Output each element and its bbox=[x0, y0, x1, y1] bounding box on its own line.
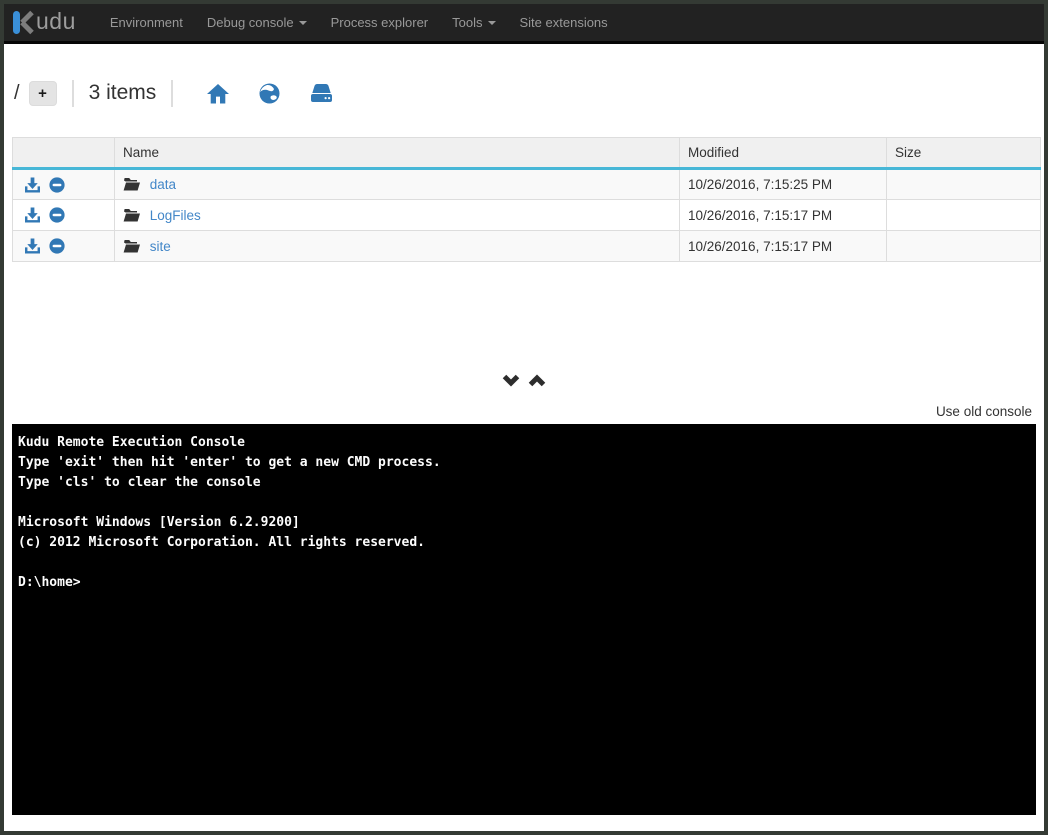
console-line: Microsoft Windows [Version 6.2.9200] bbox=[18, 513, 1036, 533]
folder-icon bbox=[123, 208, 140, 222]
globe-icon[interactable] bbox=[259, 83, 280, 104]
caret-down-icon bbox=[299, 21, 307, 25]
row-name: data bbox=[115, 169, 680, 200]
new-item-button[interactable]: + bbox=[29, 81, 57, 106]
folder-icon bbox=[123, 239, 140, 253]
table-row: data 10/26/2016, 7:15:25 PM bbox=[13, 169, 1041, 200]
drive-icon[interactable] bbox=[310, 83, 333, 104]
name-column-header: Name bbox=[115, 138, 680, 169]
row-name: site bbox=[115, 231, 680, 262]
download-icon[interactable] bbox=[25, 177, 40, 193]
delete-icon[interactable] bbox=[49, 238, 65, 254]
kudu-page: udu Environment Debug console Process ex… bbox=[0, 0, 1048, 835]
row-modified: 10/26/2016, 7:15:25 PM bbox=[680, 169, 887, 200]
size-column-header: Size bbox=[887, 138, 1041, 169]
navbar-menu: Environment Debug console Process explor… bbox=[98, 3, 620, 43]
download-icon[interactable] bbox=[25, 207, 40, 223]
old-console-row: Use old console bbox=[4, 404, 1032, 419]
folder-link[interactable]: data bbox=[150, 177, 176, 192]
remote-execution-console[interactable]: Kudu Remote Execution Console Type 'exit… bbox=[12, 424, 1036, 815]
divider bbox=[72, 80, 74, 107]
console-line bbox=[18, 553, 1036, 573]
row-size bbox=[887, 200, 1041, 231]
actions-column-header bbox=[13, 138, 115, 169]
chevron-up-icon[interactable] bbox=[528, 374, 546, 387]
kudu-logo[interactable]: udu bbox=[10, 8, 76, 37]
console-line bbox=[18, 493, 1036, 513]
caret-down-icon bbox=[488, 21, 496, 25]
delete-icon[interactable] bbox=[49, 177, 65, 193]
nav-item-tools[interactable]: Tools bbox=[440, 3, 507, 43]
download-icon[interactable] bbox=[25, 238, 40, 254]
row-size bbox=[887, 231, 1041, 262]
console-line: Kudu Remote Execution Console bbox=[18, 433, 1036, 453]
nav-item-site-extensions[interactable]: Site extensions bbox=[508, 3, 620, 43]
table-row: site 10/26/2016, 7:15:17 PM bbox=[13, 231, 1041, 262]
current-path[interactable]: / bbox=[14, 82, 20, 105]
console-line: Type 'exit' then hit 'enter' to get a ne… bbox=[18, 453, 1036, 473]
folder-link[interactable]: site bbox=[150, 239, 171, 254]
nav-item-environment[interactable]: Environment bbox=[98, 3, 195, 43]
file-table: Name Modified Size data 10/26/2016, 7:15… bbox=[12, 137, 1041, 262]
chevron-down-icon[interactable] bbox=[502, 374, 520, 387]
folder-icon bbox=[123, 177, 140, 191]
folder-link[interactable]: LogFiles bbox=[150, 208, 201, 223]
row-actions bbox=[13, 200, 115, 231]
console-resize-handles bbox=[4, 374, 1044, 390]
modified-column-header: Modified bbox=[680, 138, 887, 169]
row-name: LogFiles bbox=[115, 200, 680, 231]
home-icon[interactable] bbox=[207, 83, 229, 104]
divider bbox=[171, 80, 173, 107]
row-modified: 10/26/2016, 7:15:17 PM bbox=[680, 200, 887, 231]
row-actions bbox=[13, 169, 115, 200]
row-size bbox=[887, 169, 1041, 200]
kudu-logo-text: udu bbox=[36, 8, 76, 35]
row-actions bbox=[13, 231, 115, 262]
table-header-row: Name Modified Size bbox=[13, 138, 1041, 169]
kudu-k-icon bbox=[10, 8, 35, 37]
nav-item-debug-console[interactable]: Debug console bbox=[195, 3, 319, 43]
console-prompt[interactable]: D:\home> bbox=[18, 573, 1036, 593]
nav-item-process-explorer[interactable]: Process explorer bbox=[319, 3, 441, 43]
console-line: (c) 2012 Microsoft Corporation. All righ… bbox=[18, 533, 1036, 553]
console-line: Type 'cls' to clear the console bbox=[18, 473, 1036, 493]
breadcrumb: / + 3 items bbox=[14, 79, 1044, 107]
items-count: 3 items bbox=[89, 81, 157, 105]
use-old-console-link[interactable]: Use old console bbox=[936, 404, 1032, 419]
delete-icon[interactable] bbox=[49, 207, 65, 223]
top-navbar: udu Environment Debug console Process ex… bbox=[4, 4, 1044, 44]
row-modified: 10/26/2016, 7:15:17 PM bbox=[680, 231, 887, 262]
table-row: LogFiles 10/26/2016, 7:15:17 PM bbox=[13, 200, 1041, 231]
